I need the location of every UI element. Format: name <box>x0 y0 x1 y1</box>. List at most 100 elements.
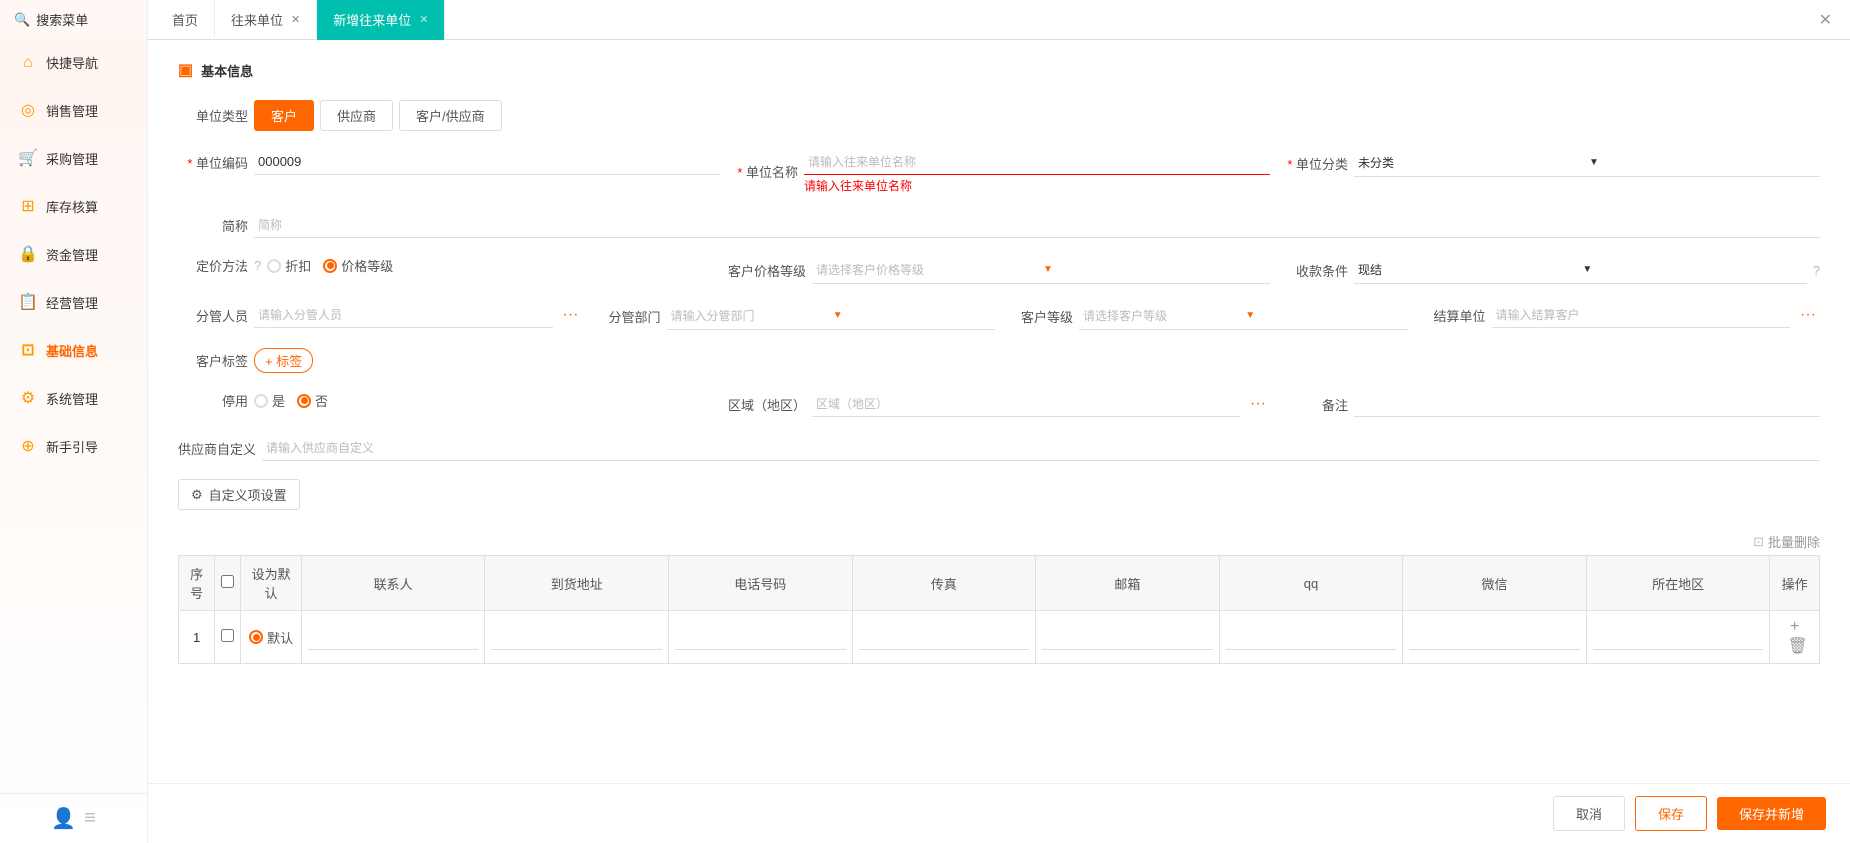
row-default-radio[interactable]: 默认 <box>249 628 293 647</box>
remark-label: 备注 <box>1278 395 1348 414</box>
region-more-btn[interactable]: ··· <box>1246 395 1270 413</box>
row-checkbox[interactable] <box>221 629 234 642</box>
disabled-no-radio[interactable]: 否 <box>297 391 328 410</box>
unit-type-btn-group: 客户 供应商 客户/供应商 <box>254 100 502 131</box>
type-btn-supplier[interactable]: 供应商 <box>320 100 393 131</box>
customer-level-arrow-icon: ▼ <box>1245 310 1403 321</box>
settings-icon: ⚙ <box>191 487 203 503</box>
payment-help-icon[interactable]: ? <box>1813 263 1820 278</box>
section-icon: ▣ <box>178 60 193 80</box>
customer-price-arrow-icon: ▼ <box>1043 264 1266 275</box>
tags-group: 客户标签 + 标签 <box>178 348 1820 373</box>
remark-input[interactable] <box>1354 391 1820 417</box>
unit-code-group: 单位编码 <box>178 149 720 175</box>
select-all-checkbox[interactable] <box>221 575 234 588</box>
settlement-more-btn[interactable]: ··· <box>1796 306 1820 324</box>
disabled-yes-radio[interactable]: 是 <box>254 391 285 410</box>
row-wechat-input[interactable] <box>1409 624 1580 650</box>
row-contact-input[interactable] <box>308 624 479 650</box>
sidebar-item-basic[interactable]: ⊡ 基础信息 <box>0 326 147 374</box>
sidebar-item-operation[interactable]: 📋 经营管理 <box>0 278 147 326</box>
row-email[interactable] <box>1036 611 1220 664</box>
unit-name-input[interactable] <box>804 149 1270 175</box>
sidebar-item-sales[interactable]: ◎ 销售管理 <box>0 86 147 134</box>
table-toolbar: ⊡ 批量删除 <box>178 532 1820 551</box>
sidebar-item-purchase[interactable]: 🛒 采购管理 <box>0 134 147 182</box>
type-btn-both[interactable]: 客户/供应商 <box>399 100 502 131</box>
guide-icon: ⊕ <box>18 436 38 456</box>
dept-arrow-icon: ▼ <box>833 310 991 321</box>
unit-code-input[interactable] <box>254 149 720 175</box>
unit-name-group: 单位名称 请输入往来单位名称 <box>728 149 1270 194</box>
disabled-group: 停用 是 否 <box>178 391 720 410</box>
payment-arrow-icon: ▼ <box>1582 264 1802 275</box>
row-phone[interactable] <box>669 611 853 664</box>
row-address-input[interactable] <box>491 624 662 650</box>
settlement-input[interactable] <box>1492 302 1791 328</box>
row-region-input[interactable] <box>1593 624 1764 650</box>
payment-select[interactable]: 现结 ▼ <box>1354 256 1807 284</box>
close-all-tabs[interactable]: ✕ <box>1809 10 1842 30</box>
row-checkbox-cell <box>215 611 241 664</box>
abbr-label: 简称 <box>178 216 248 235</box>
dept-group: 分管部门 请输入分管部门 ▼ <box>591 302 996 330</box>
row-fax-input[interactable] <box>859 624 1030 650</box>
tab-new-partner-close[interactable]: ✕ <box>419 13 428 26</box>
type-btn-customer[interactable]: 客户 <box>254 100 314 131</box>
dept-label: 分管部门 <box>591 307 661 326</box>
row-action-cell: + 🗑 <box>1770 611 1820 664</box>
sidebar-expand-icon[interactable]: ≡ <box>84 807 96 830</box>
customer-level-select[interactable]: 请选择客户等级 ▼ <box>1079 302 1408 330</box>
row-contact[interactable] <box>301 611 485 664</box>
th-qq: qq <box>1219 556 1403 611</box>
sidebar-item-quick-nav[interactable]: ⌂ 快捷导航 <box>0 39 147 86</box>
th-wechat: 微信 <box>1403 556 1587 611</box>
sidebar-item-system[interactable]: ⚙ 系统管理 <box>0 374 147 422</box>
row-address[interactable] <box>485 611 669 664</box>
unit-category-select[interactable]: 未分类 ▼ <box>1354 149 1820 177</box>
add-tag-btn[interactable]: + 标签 <box>254 348 313 373</box>
row-email-input[interactable] <box>1042 624 1213 650</box>
save-button[interactable]: 保存 <box>1635 796 1707 831</box>
tab-partner-list[interactable]: 往来单位 ✕ <box>215 0 317 40</box>
row-fax[interactable] <box>852 611 1036 664</box>
tab-new-partner[interactable]: 新增往来单位 ✕ <box>317 0 445 40</box>
sidebar-avatar[interactable]: 👤 <box>51 806 76 831</box>
unit-category-group: 单位分类 未分类 ▼ <box>1278 149 1820 177</box>
supplier-custom-input[interactable] <box>262 435 1820 461</box>
row-qq-input[interactable] <box>1226 624 1397 650</box>
row-add-btn[interactable]: + <box>1790 618 1799 635</box>
row-phone-input[interactable] <box>675 624 846 650</box>
row-qq[interactable] <box>1219 611 1403 664</box>
sidebar-item-finance[interactable]: 🔒 资金管理 <box>0 230 147 278</box>
cancel-button[interactable]: 取消 <box>1553 796 1625 831</box>
manager-more-btn[interactable]: ··· <box>559 306 583 324</box>
manager-input[interactable] <box>254 302 553 328</box>
search-menu[interactable]: 🔍 搜索菜单 <box>0 0 147 39</box>
manager-group: 分管人员 ··· <box>178 302 583 328</box>
row-wechat[interactable] <box>1403 611 1587 664</box>
pricing-help-icon[interactable]: ? <box>254 258 261 273</box>
sidebar-item-inventory[interactable]: ⊞ 库存核算 <box>0 182 147 230</box>
row-index: 1 <box>179 611 215 664</box>
discount-radio-circle <box>267 259 281 273</box>
th-contact: 联系人 <box>301 556 485 611</box>
batch-delete-btn[interactable]: 批量删除 <box>1768 532 1820 551</box>
form-content: ▣ 基本信息 单位类型 客户 供应商 客户/供应商 单位编码 单位名称 <box>148 40 1850 783</box>
abbr-input[interactable] <box>254 212 1820 238</box>
dept-select[interactable]: 请输入分管部门 ▼ <box>667 302 996 330</box>
region-input[interactable] <box>812 391 1240 417</box>
tab-partner-list-close[interactable]: ✕ <box>291 13 300 26</box>
tab-home[interactable]: 首页 <box>156 0 215 40</box>
pricing-label: 定价方法 <box>178 256 248 275</box>
custom-settings-btn[interactable]: ⚙ 自定义项设置 <box>178 479 300 510</box>
tags-label: 客户标签 <box>178 351 248 370</box>
pricing-discount-radio[interactable]: 折扣 <box>267 256 311 275</box>
pricing-level-radio[interactable]: 价格等级 <box>323 256 393 275</box>
row-region[interactable] <box>1586 611 1770 664</box>
save-new-button[interactable]: 保存并新增 <box>1717 797 1826 830</box>
table-row: 1 默认 <box>179 611 1820 664</box>
customer-price-select[interactable]: 请选择客户价格等级 ▼ <box>812 256 1270 284</box>
sidebar-item-guide[interactable]: ⊕ 新手引导 <box>0 422 147 470</box>
row-del-btn[interactable]: 🗑 <box>1788 638 1808 655</box>
